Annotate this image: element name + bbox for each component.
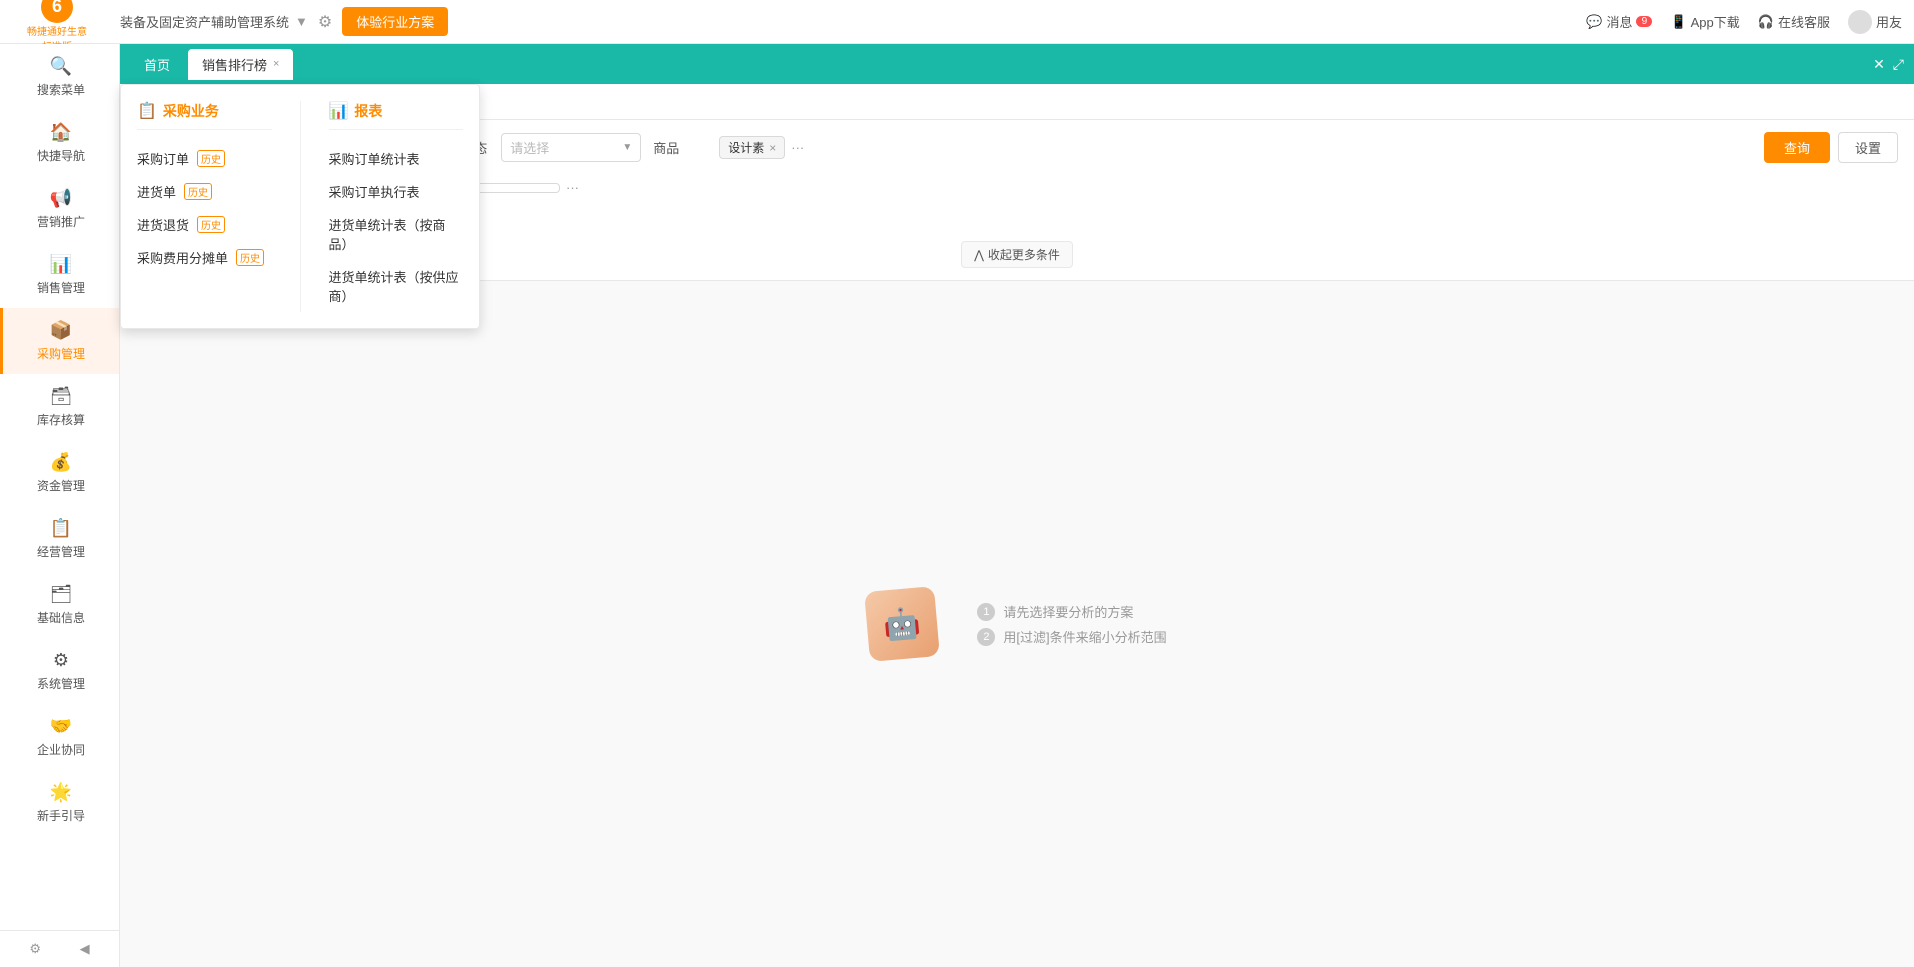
action-buttons: 查询 设置 — [1764, 132, 1898, 163]
star-icon: 🌟 — [50, 782, 72, 803]
clipboard-icon: 📋 — [50, 518, 72, 539]
system-name: 装备及固定资产辅助管理系统 ▼ — [120, 12, 308, 31]
home-icon: 🏠 — [50, 122, 72, 143]
goods-more-icon[interactable]: ··· — [791, 140, 804, 155]
purchase-dropdown-menu: 📋 采购业务 采购订单 历史 进货单 历史 进货退货 历史 采购费用分摊单 历史… — [120, 84, 480, 329]
tab-bar-right: ✕ ⤢ — [1873, 56, 1904, 73]
sidebar-item-quick[interactable]: 🏠 快捷导航 — [0, 110, 119, 176]
topbar: 6 畅捷通好生意 标准版 装备及固定资产辅助管理系统 ▼ ⚙ 体验行业方案 💬 … — [0, 0, 1914, 44]
empty-step-1: 1 请先选择要分析的方案 — [977, 602, 1166, 621]
messages-button[interactable]: 💬 消息 9 — [1586, 12, 1652, 31]
sidebar-item-guide[interactable]: 🌟 新手引导 — [0, 770, 119, 836]
tab-close-icon[interactable]: × — [273, 58, 279, 70]
search-icon: 🔍 — [50, 56, 72, 77]
doc-status-select[interactable]: 请选择 ▼ — [501, 133, 641, 162]
goods-label: 商品 — [653, 138, 713, 157]
gear-icon: ⚙ — [53, 650, 69, 671]
empty-illustration: 🤖 — [864, 586, 940, 662]
report-section: 📊 报表 采购订单统计表 采购订单执行表 进货单统计表（按商品） 进货单统计表（… — [329, 101, 464, 312]
report-section-title: 📊 报表 — [329, 101, 464, 130]
topbar-right: 💬 消息 9 📱 App下载 🎧 在线客服 用友 — [1586, 10, 1902, 34]
tab-close-window-icon[interactable]: ✕ — [1873, 56, 1885, 73]
purchase-expense-item[interactable]: 采购费用分摊单 历史 — [137, 241, 272, 274]
sidebar-item-operation[interactable]: 📋 经营管理 — [0, 506, 119, 572]
purchase-receipt-history-badge: 历史 — [184, 183, 212, 200]
purchase-order-exec-item[interactable]: 采购订单执行表 — [329, 175, 464, 208]
empty-state: 🤖 1 请先选择要分析的方案 2 用[过滤]条件来缩小分析范围 — [120, 281, 1914, 967]
tab-home[interactable]: 首页 — [130, 49, 184, 80]
query-button[interactable]: 查询 — [1764, 132, 1830, 163]
online-service-button[interactable]: 🎧 在线客服 — [1758, 12, 1830, 31]
receipt-stats-by-supplier-item[interactable]: 进货单统计表（按供应商） — [329, 260, 464, 312]
sidebar-settings-icon[interactable]: ⚙ — [29, 941, 41, 957]
sidebar-item-search[interactable]: 🔍 搜索菜单 — [0, 44, 119, 110]
message-icon: 💬 — [1586, 14, 1602, 30]
sidebar-item-system[interactable]: ⚙ 系统管理 — [0, 638, 119, 704]
sidebar-item-finance[interactable]: 💰 资金管理 — [0, 440, 119, 506]
sidebar-item-enterprise[interactable]: 🤝 企业协同 — [0, 704, 119, 770]
chart-icon: 📊 — [50, 254, 72, 275]
tab-sales-rank[interactable]: 销售排行榜 × — [188, 49, 293, 80]
logo-icon: 6 — [41, 0, 73, 23]
purchase-order-stats-item[interactable]: 采购订单统计表 — [329, 142, 464, 175]
avatar — [1848, 10, 1872, 34]
sidebar-item-sales[interactable]: 📊 销售管理 — [0, 242, 119, 308]
purchase-receipt-item[interactable]: 进货单 历史 — [137, 175, 272, 208]
purchase-return-history-badge: 历史 — [197, 216, 225, 233]
industry-solution-button[interactable]: 体验行业方案 — [342, 7, 448, 36]
sidebar-bottom: ⚙ ◀ — [0, 930, 119, 967]
goods-tag: 设计素 × — [719, 136, 785, 159]
headset-icon: 🎧 — [1758, 14, 1774, 30]
money-icon: 💰 — [50, 452, 72, 473]
settings-icon[interactable]: ⚙ — [318, 12, 332, 32]
box-icon: 📦 — [50, 320, 72, 341]
doc-status-arrow: ▼ — [622, 142, 632, 153]
collapse-button[interactable]: ⋀ 收起更多条件 — [961, 241, 1073, 268]
empty-steps: 1 请先选择要分析的方案 2 用[过滤]条件来缩小分析范围 — [977, 602, 1166, 646]
purchase-section-title: 📋 采购业务 — [137, 101, 272, 130]
step-1-number: 1 — [977, 603, 995, 621]
menu-section-divider — [300, 101, 301, 312]
sidebar-item-inventory[interactable]: 🗃 库存核算 — [0, 374, 119, 440]
goods-filter: 商品 设计素 × ··· — [653, 136, 804, 159]
step-2-number: 2 — [977, 628, 995, 646]
folder-icon: 🗂 — [50, 584, 73, 605]
message-badge: 9 — [1636, 16, 1652, 27]
sidebar: 🔍 搜索菜单 🏠 快捷导航 📢 营销推广 📊 销售管理 📦 采购管理 🗃 库存核… — [0, 44, 120, 967]
empty-step-2: 2 用[过滤]条件来缩小分析范围 — [977, 627, 1166, 646]
warehouse-icon: 🗃 — [50, 386, 73, 407]
purchase-business-section: 📋 采购业务 采购订单 历史 进货单 历史 进货退货 历史 采购费用分摊单 历史 — [137, 101, 272, 312]
purchase-section-icon: 📋 — [137, 101, 157, 121]
phone-icon: 📱 — [1670, 14, 1686, 30]
sidebar-collapse-icon[interactable]: ◀ — [80, 941, 90, 957]
settings-button[interactable]: 设置 — [1838, 132, 1898, 163]
goods-tag-close[interactable]: × — [769, 141, 776, 155]
tab-bar: 首页 销售排行榜 × ✕ ⤢ — [120, 44, 1914, 84]
salesman-more-icon[interactable]: ··· — [566, 180, 579, 195]
receipt-stats-by-goods-item[interactable]: 进货单统计表（按商品） — [329, 208, 464, 260]
collapse-up-icon: ⋀ — [974, 248, 984, 262]
purchase-expense-history-badge: 历史 — [236, 249, 264, 266]
app-download-button[interactable]: 📱 App下载 — [1670, 12, 1739, 31]
report-section-icon: 📊 — [329, 101, 349, 121]
user-menu-button[interactable]: 用友 — [1848, 10, 1902, 34]
purchase-order-history-badge: 历史 — [197, 150, 225, 167]
logo-text: 畅捷通好生意 — [27, 23, 87, 38]
sidebar-item-marketing[interactable]: 📢 营销推广 — [0, 176, 119, 242]
purchase-order-item[interactable]: 采购订单 历史 — [137, 142, 272, 175]
handshake-icon: 🤝 — [50, 716, 72, 737]
sidebar-item-basic[interactable]: 🗂 基础信息 — [0, 572, 119, 638]
system-dropdown-arrow[interactable]: ▼ — [295, 14, 308, 29]
purchase-return-item[interactable]: 进货退货 历史 — [137, 208, 272, 241]
megaphone-icon: 📢 — [50, 188, 72, 209]
sidebar-item-purchase[interactable]: 📦 采购管理 — [0, 308, 119, 374]
tab-maximize-icon[interactable]: ⤢ — [1893, 56, 1904, 73]
